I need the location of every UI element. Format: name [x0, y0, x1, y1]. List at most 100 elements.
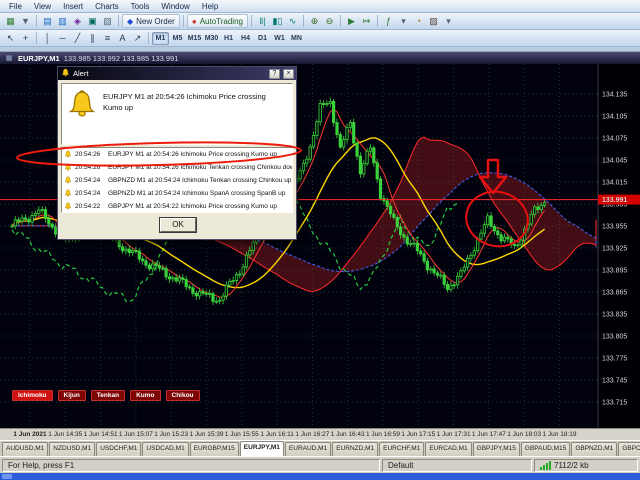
toolbar-separator — [339, 15, 341, 27]
navigator-icon[interactable]: ◈ — [70, 14, 85, 28]
menu-insert[interactable]: Insert — [57, 1, 89, 12]
alert-message-panel: EURJPY M1 at 20:54:26 Ichimoku Price cro… — [61, 83, 293, 145]
legend-button-kumo[interactable]: Kumo — [130, 390, 161, 401]
alert-list-item[interactable]: 20:54:24 GBPNZD M1 at 20:54:24 Ichimoku S… — [62, 187, 292, 200]
alert-list-item[interactable]: 20:54:26 EURJPY M1 at 20:54:26 Ichimoku P… — [62, 148, 292, 161]
chart-shift-icon[interactable]: ↦ — [359, 14, 374, 28]
dialog-close-button[interactable]: × — [283, 68, 294, 79]
timeframe-m15[interactable]: M15 — [186, 32, 203, 45]
alert-text: GBPNZD M1 at 20:54:24 Ichimoku SpanA cro… — [108, 190, 286, 197]
strategy-tester-icon[interactable]: ▧ — [100, 14, 115, 28]
symbol-tab[interactable]: EURJPY,M1 — [239, 441, 284, 456]
symbol-tab[interactable]: AUDUSD,M1 — [2, 442, 49, 456]
arrows-icon[interactable]: ↗ — [130, 31, 145, 45]
equidistant-channel-icon[interactable]: ∥ — [85, 31, 100, 45]
chart-title-bar[interactable]: ▦ EURJPY,M1 133.985 133.992 133.985 133.… — [0, 52, 640, 64]
crosshair-icon[interactable]: + — [18, 31, 33, 45]
auto-scroll-icon[interactable]: ▶ — [344, 14, 359, 28]
zoom-in-icon[interactable]: ⊕ — [307, 14, 322, 28]
legend-button-kijun[interactable]: Kijun — [57, 390, 86, 401]
menu-help[interactable]: Help — [196, 1, 224, 12]
symbol-tab[interactable]: NZDUSD,M1 — [49, 442, 96, 456]
status-profile[interactable]: Default — [382, 458, 532, 472]
svg-text:133.745: 133.745 — [602, 378, 627, 385]
alert-dialog: Alert ? × EURJPY M1 at 20:54:26 Ichimoku… — [57, 66, 297, 240]
menu-tools[interactable]: Tools — [125, 1, 156, 12]
alert-list-item[interactable]: 20:54:22 GBPJPY M1 at 20:54:22 Ichimoku P… — [62, 200, 292, 212]
legend-button-chikou[interactable]: Chikou — [165, 390, 200, 401]
profiles-dropdown-icon[interactable]: ▼ — [18, 14, 33, 28]
ok-button[interactable]: OK — [159, 217, 197, 233]
timeframe-mn[interactable]: MN — [288, 32, 305, 45]
alert-dialog-title-bar[interactable]: Alert ? × — [58, 67, 296, 80]
chart-candles-icon[interactable]: ▮▯ — [270, 14, 285, 28]
menu-window[interactable]: Window — [155, 1, 195, 12]
chart-bars-icon[interactable]: ‖| — [255, 14, 270, 28]
menu-file[interactable]: File — [3, 1, 28, 12]
templates-icon[interactable]: ▨ — [426, 14, 441, 28]
svg-text:133.955: 133.955 — [602, 224, 627, 231]
timeframe-h1[interactable]: H1 — [220, 32, 237, 45]
cursor-icon[interactable]: ↖ — [3, 31, 18, 45]
time-axis[interactable]: 1 Jun 2021 1 Jun 14:35 1 Jun 14:51 1 Jun 15… — [0, 428, 640, 440]
menu-charts[interactable]: Charts — [89, 1, 125, 12]
symbol-tab[interactable]: GBPAUD,M15 — [520, 442, 571, 456]
periods-dropdown-icon[interactable]: ◔ — [411, 14, 426, 28]
alert-text: GBPNZD M1 at 20:54:24 Ichimoku Tenkan cr… — [108, 177, 292, 184]
symbol-tab[interactable]: USDCHF,M1 — [96, 442, 142, 456]
timeframe-w1[interactable]: W1 — [271, 32, 288, 45]
vertical-line-icon[interactable]: │ — [40, 31, 55, 45]
indicators-icon[interactable]: ƒ — [381, 14, 396, 28]
legend-button-ichimoku[interactable]: Ichimoku — [12, 390, 53, 401]
timeframe-m5[interactable]: M5 — [169, 32, 186, 45]
timeframe-d1[interactable]: D1 — [254, 32, 271, 45]
fibonacci-icon[interactable]: ≡ — [100, 31, 115, 45]
dialog-help-button[interactable]: ? — [269, 68, 280, 79]
timeframe-m1[interactable]: M1 — [152, 31, 169, 45]
symbol-tab[interactable]: GBPCHF,M1 — [618, 442, 640, 456]
chart-line-icon[interactable]: ∿ — [285, 14, 300, 28]
symbol-tab[interactable]: USDCAD,M1 — [142, 442, 189, 456]
data-window-icon[interactable]: ▥ — [55, 14, 70, 28]
bell-icon — [64, 149, 72, 160]
symbol-tab[interactable]: EURGBP,M15 — [189, 442, 239, 456]
terminal-icon[interactable]: ▣ — [85, 14, 100, 28]
autotrading-button[interactable]: ● AutoTrading — [186, 14, 248, 28]
alert-list[interactable]: 20:54:26 EURJPY M1 at 20:54:26 Ichimoku P… — [61, 147, 293, 213]
svg-text:133.895: 133.895 — [602, 268, 627, 275]
symbol-tab[interactable]: EURCHF,M1 — [379, 442, 425, 456]
market-watch-icon[interactable]: ▤ — [40, 14, 55, 28]
new-chart-icon[interactable]: ▦ — [3, 14, 18, 28]
symbol-tab[interactable]: GBPJPY,M15 — [472, 442, 520, 456]
horizontal-line-icon[interactable]: ─ — [55, 31, 70, 45]
symbol-tab[interactable]: EURAUD,M1 — [284, 442, 332, 456]
legend-button-tenkan[interactable]: Tenkan — [90, 390, 126, 401]
alert-text: EURJPY M1 at 20:54:26 Ichimoku Tenkan cr… — [108, 164, 292, 171]
symbol-tab[interactable]: EURCAD,M1 — [425, 442, 472, 456]
alert-list-item[interactable]: 20:54:24 GBPNZD M1 at 20:54:24 Ichimoku T… — [62, 174, 292, 187]
alert-time: 20:54:26 — [75, 164, 101, 171]
new-order-button[interactable]: ◆ New Order — [122, 14, 180, 28]
toolbar-separator — [36, 15, 37, 27]
indicators-dropdown-icon[interactable]: ▾ — [396, 14, 411, 28]
menu-view[interactable]: View — [28, 1, 57, 12]
toolbar-separator — [302, 15, 304, 27]
templates-dropdown-icon[interactable]: ▾ — [441, 14, 456, 28]
text-label-icon[interactable]: A — [115, 31, 130, 45]
svg-text:134.045: 134.045 — [602, 158, 627, 165]
toolbar-separator — [118, 15, 119, 27]
taskbar-sliver — [0, 473, 640, 480]
timeframe-h4[interactable]: H4 — [237, 32, 254, 45]
toolbar-separator — [148, 32, 149, 44]
alert-list-item[interactable]: 20:54:26 EURJPY M1 at 20:54:26 Ichimoku T… — [62, 161, 292, 174]
alert-message: EURJPY M1 at 20:54:26 Ichimoku Price cro… — [103, 92, 266, 112]
menu-bar: File View Insert Charts Tools Window Help — [0, 0, 640, 13]
timeframe-m30[interactable]: M30 — [203, 32, 220, 45]
zoom-out-icon[interactable]: ⊖ — [322, 14, 337, 28]
symbol-tab[interactable]: EURNZD,M1 — [332, 442, 379, 456]
bell-icon — [67, 89, 97, 139]
toolbar-separator — [182, 15, 184, 27]
symbol-tab[interactable]: GBPNZD,M1 — [571, 442, 618, 456]
alert-dialog-body: EURJPY M1 at 20:54:26 Ichimoku Price cro… — [58, 80, 296, 216]
trendline-icon[interactable]: ╱ — [70, 31, 85, 45]
